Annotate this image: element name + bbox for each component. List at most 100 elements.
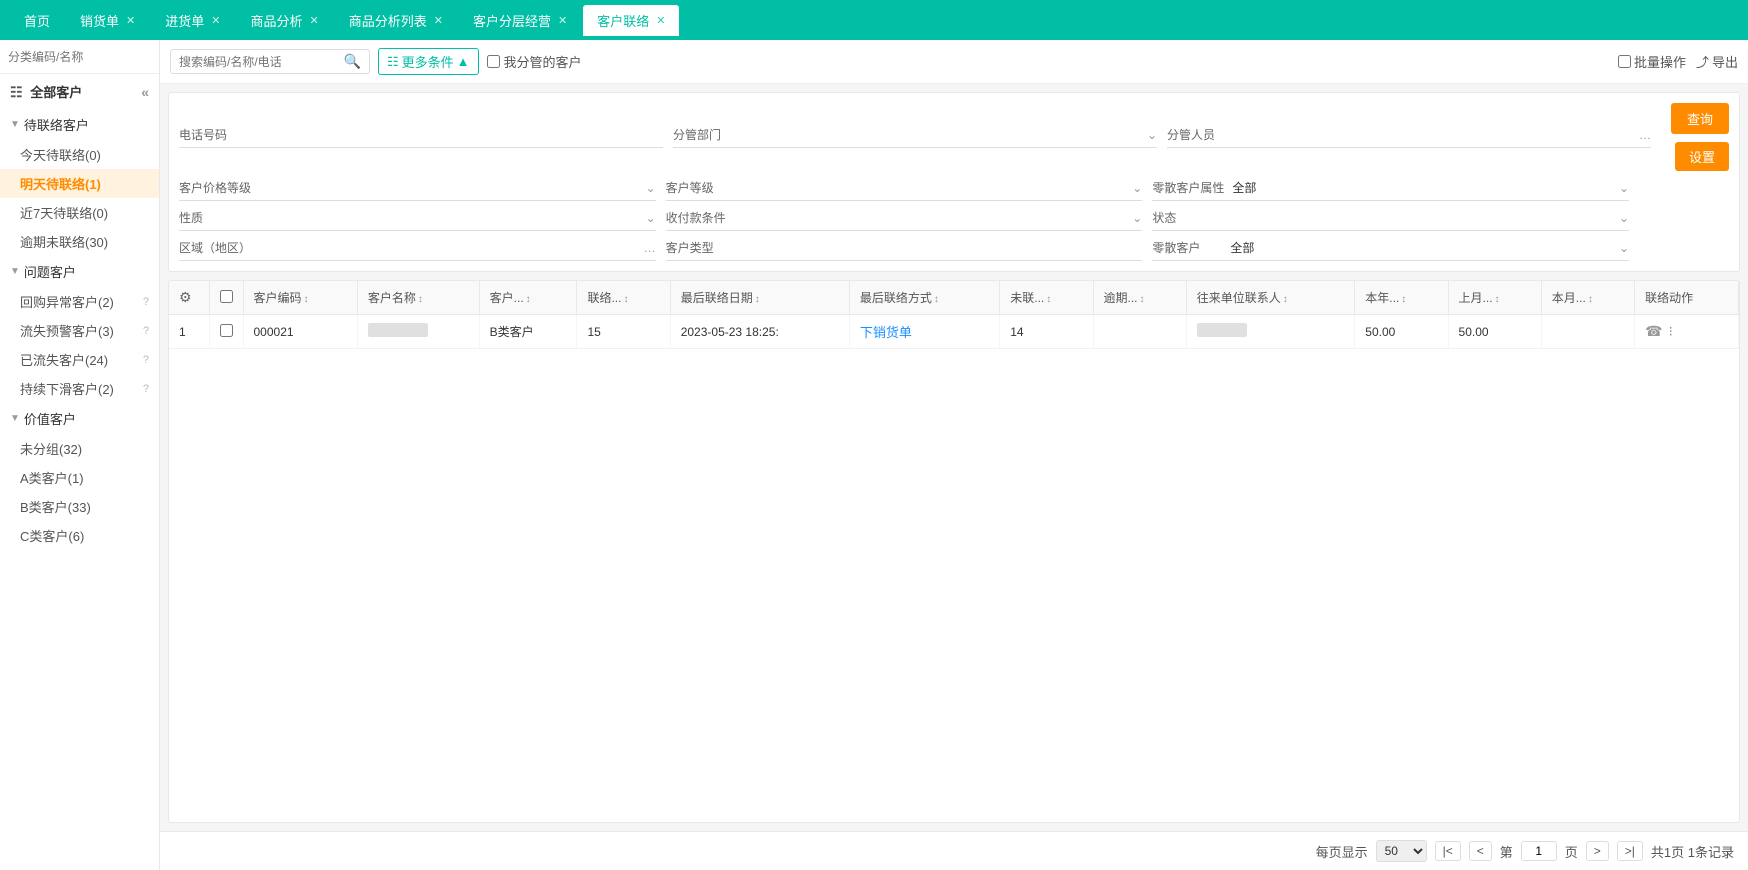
filter-customer-level-input[interactable] (744, 181, 1143, 195)
filter-region-label: 区域（地区） (179, 239, 251, 256)
sidebar-item-0-2[interactable]: 近7天待联络(0) (0, 198, 159, 227)
nav-tab-客户分层经营[interactable]: 客户分层经营✕ (459, 5, 581, 36)
sidebar-group-title-2[interactable]: ▼价值客户 (0, 403, 159, 434)
th-unit-contact: 往来单位联系人↕ (1186, 281, 1354, 315)
nav-close-icon[interactable]: ✕ (211, 14, 220, 27)
select-all-checkbox[interactable] (220, 290, 233, 303)
filter-nature-dropdown-icon[interactable]: ⌄ (646, 211, 656, 225)
my-customers-checkbox[interactable]: 我分管的客户 (487, 52, 582, 71)
filter-customer-level-label: 客户等级 (666, 179, 736, 196)
help-icon[interactable]: ? (143, 325, 149, 337)
sort-this-year-icon[interactable]: ↕ (1401, 294, 1406, 305)
nav-close-icon[interactable]: ✕ (310, 14, 319, 27)
sort-last-method-icon[interactable]: ↕ (934, 294, 939, 305)
per-page-select[interactable]: 50 100 200 (1376, 840, 1427, 862)
filter-phone-input[interactable] (257, 128, 663, 142)
sidebar-group-title-0[interactable]: ▼待联络客户 (0, 109, 159, 140)
sort-this-month-icon[interactable]: ↕ (1588, 294, 1593, 305)
nav-tab-商品分析[interactable]: 商品分析✕ (236, 5, 332, 36)
filter-dept-input[interactable] (751, 128, 1157, 142)
sidebar-item-0-0[interactable]: 今天待联络(0) (0, 140, 159, 169)
last-page-btn[interactable]: >| (1617, 841, 1643, 861)
filter-person-more-icon[interactable]: … (1639, 128, 1651, 142)
sidebar-search-input[interactable] (8, 50, 160, 64)
filter-dept-dropdown-icon[interactable]: ⌄ (1147, 128, 1157, 142)
nav-tab-销货单[interactable]: 销货单✕ (66, 5, 149, 36)
next-page-btn[interactable]: > (1586, 841, 1609, 861)
filter-payment-input[interactable] (744, 211, 1143, 225)
more-conditions-btn[interactable]: ☷ 更多条件 ▲ (378, 48, 479, 75)
nav-tab-进货单[interactable]: 进货单✕ (151, 5, 234, 36)
sidebar-group-title-1[interactable]: ▼问题客户 (0, 256, 159, 287)
sort-last-date-icon[interactable]: ↕ (755, 294, 760, 305)
sort-unit-contact-icon[interactable]: ↕ (1283, 294, 1288, 305)
search-input[interactable] (179, 55, 344, 69)
sort-last-month-icon[interactable]: ↕ (1495, 294, 1500, 305)
filter-price-level-input[interactable] (259, 181, 656, 195)
phone-action-icon[interactable]: ☎ (1645, 323, 1662, 340)
filter-status-dropdown-icon[interactable]: ⌄ (1619, 211, 1629, 225)
chevron-up-icon: ▲ (457, 54, 470, 69)
filter-status-input[interactable] (1230, 211, 1629, 225)
help-icon[interactable]: ? (143, 383, 149, 395)
sidebar-item-0-3[interactable]: 逾期未联络(30) (0, 227, 159, 256)
filter-payment-dropdown-icon[interactable]: ⌄ (1132, 211, 1142, 225)
filter-region-more-icon[interactable]: … (644, 241, 656, 255)
batch-op-check[interactable] (1618, 55, 1631, 68)
sidebar-item-2-3[interactable]: C类客户(6) (0, 521, 159, 550)
filter-retail-attr-dropdown-icon[interactable]: ⌄ (1619, 181, 1629, 195)
sort-overdue-icon[interactable]: ↕ (1140, 294, 1145, 305)
filter-price-dropdown-icon[interactable]: ⌄ (646, 181, 656, 195)
sort-contact-icon[interactable]: ↕ (623, 294, 628, 305)
sidebar-item-0-1[interactable]: 明天待联络(1) (0, 169, 159, 198)
td-last-date: 2023-05-23 18:25: (670, 315, 849, 349)
filter-nature-input[interactable] (257, 211, 656, 225)
td-last-method[interactable]: 下销货单 (849, 315, 999, 349)
my-customers-check[interactable] (487, 55, 500, 68)
nav-tab-客户联络[interactable]: 客户联络✕ (583, 5, 679, 36)
help-icon[interactable]: ? (143, 296, 149, 308)
sidebar-item-2-1[interactable]: A类客户(1) (0, 463, 159, 492)
last-method-link[interactable]: 下销货单 (860, 325, 912, 340)
filter-retail-customer-dropdown-icon[interactable]: ⌄ (1619, 241, 1629, 255)
nav-home[interactable]: 首页 (10, 5, 64, 36)
query-button[interactable]: 查询 (1671, 103, 1729, 134)
sidebar-item-2-0[interactable]: 未分组(32) (0, 434, 159, 463)
sidebar-collapse-icon[interactable]: « (141, 84, 149, 100)
sort-name-icon[interactable]: ↕ (418, 294, 423, 305)
sidebar-item-1-2[interactable]: 已流失客户(24)? (0, 345, 159, 374)
filter-customer-level-dropdown-icon[interactable]: ⌄ (1132, 181, 1142, 195)
nav-close-icon[interactable]: ✕ (126, 14, 135, 27)
td-last-month: 50.00 (1448, 315, 1541, 349)
sort-code-icon[interactable]: ↕ (304, 294, 309, 305)
help-icon[interactable]: ? (143, 354, 149, 366)
filter-region-input[interactable] (259, 241, 656, 255)
td-actions: ☎ ⁝ (1635, 315, 1739, 349)
th-settings[interactable]: ⚙ (169, 281, 209, 315)
sidebar-item-1-0[interactable]: 回购异常客户(2)? (0, 287, 159, 316)
row-checkbox[interactable] (220, 324, 233, 337)
filter-person-input[interactable] (1245, 128, 1651, 142)
prev-page-btn[interactable]: < (1469, 841, 1492, 861)
toolbar-search-icon[interactable]: 🔍 (344, 53, 361, 70)
batch-op-btn[interactable]: 批量操作 (1618, 52, 1686, 71)
sidebar-item-1-1[interactable]: 流失预警客户(3)? (0, 316, 159, 345)
nav-close-icon[interactable]: ✕ (558, 14, 567, 27)
sidebar-item-1-3[interactable]: 持续下滑客户(2)? (0, 374, 159, 403)
settings-button[interactable]: 设置 (1675, 142, 1729, 171)
sort-type-icon[interactable]: ↕ (526, 294, 531, 305)
grid-action-icon[interactable]: ⁝ (1669, 323, 1673, 340)
gear-icon[interactable]: ⚙ (179, 289, 192, 305)
sidebar-all-customers[interactable]: ☷ 全部客户 « (0, 74, 159, 109)
filter-customer-type-input[interactable] (744, 241, 1143, 255)
nav-close-icon[interactable]: ✕ (434, 14, 443, 27)
export-btn[interactable]: ⤴ 导出 (1696, 52, 1738, 71)
sidebar-item-2-2[interactable]: B类客户(33) (0, 492, 159, 521)
nav-tab-商品分析列表[interactable]: 商品分析列表✕ (335, 5, 457, 36)
main-layout: 🔍 ☷ 全部客户 « ▼待联络客户今天待联络(0)明天待联络(1)近7天待联络(… (0, 40, 1748, 870)
nav-close-icon[interactable]: ✕ (656, 14, 665, 27)
page-label: 第 (1500, 842, 1513, 861)
sort-not-contacted-icon[interactable]: ↕ (1046, 294, 1051, 305)
page-number-input[interactable] (1521, 841, 1557, 861)
first-page-btn[interactable]: |< (1435, 841, 1461, 861)
